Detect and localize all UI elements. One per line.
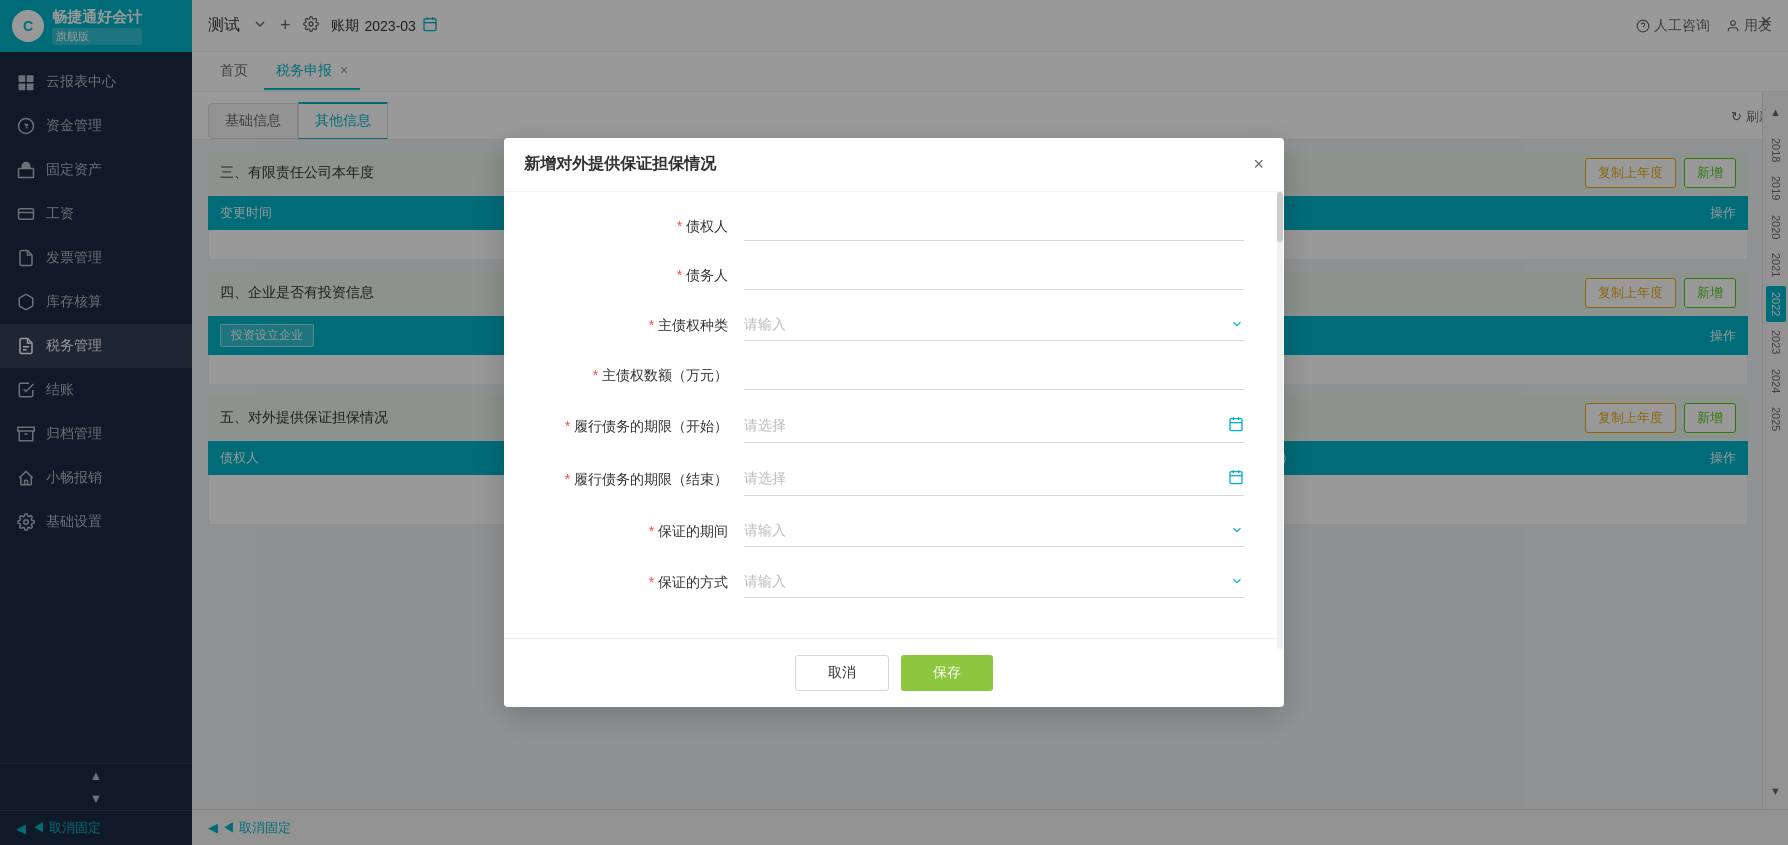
debt-amount-label: * 主债权数额（万元） — [544, 367, 744, 385]
perform-end-field: 请选择 — [744, 463, 1244, 496]
form-row-debt-amount: * 主债权数额（万元） — [544, 361, 1244, 390]
creditor-input[interactable] — [744, 212, 1244, 241]
required-star: * — [565, 418, 570, 434]
scroll-thumb — [1277, 192, 1283, 242]
debt-type-placeholder: 请输入 — [744, 316, 786, 334]
guarantee-method-chevron-icon — [1230, 574, 1244, 591]
guarantee-method-label: * 保证的方式 — [544, 574, 744, 592]
creditor-field — [744, 212, 1244, 241]
debtor-label: * 债务人 — [544, 267, 744, 285]
required-star: * — [649, 523, 654, 539]
guarantee-period-label: * 保证的期间 — [544, 523, 744, 541]
debtor-field — [744, 261, 1244, 290]
guarantee-period-select[interactable]: 请输入 — [744, 516, 1244, 547]
modal-close-button[interactable]: × — [1253, 154, 1264, 175]
scroll-track — [1277, 192, 1283, 649]
perform-end-placeholder: 请选择 — [744, 470, 786, 488]
save-button[interactable]: 保存 — [901, 655, 993, 691]
required-star: * — [565, 471, 570, 487]
creditor-label: * 债权人 — [544, 218, 744, 236]
guarantee-method-select[interactable]: 请输入 — [744, 567, 1244, 598]
form-row-perform-end: * 履行债务的期限（结束） 请选择 — [544, 463, 1244, 496]
modal-title: 新增对外提供保证担保情况 — [524, 154, 716, 175]
modal-backdrop: 新增对外提供保证担保情况 × * 债权人 — [0, 0, 1788, 845]
form-row-guarantee-method: * 保证的方式 请输入 — [544, 567, 1244, 598]
guarantee-period-placeholder: 请输入 — [744, 522, 786, 540]
debt-amount-input[interactable] — [744, 361, 1244, 390]
form-row-perform-start: * 履行债务的期限（开始） 请选择 — [544, 410, 1244, 443]
modal-header: 新增对外提供保证担保情况 × — [504, 138, 1284, 192]
required-star: * — [677, 267, 682, 283]
form-row-guarantee-period: * 保证的期间 请输入 — [544, 516, 1244, 547]
perform-start-calendar-icon — [1228, 416, 1244, 436]
debt-amount-field — [744, 361, 1244, 390]
perform-end-label: * 履行债务的期限（结束） — [544, 471, 744, 489]
debt-type-field: 请输入 — [744, 310, 1244, 341]
svg-rect-22 — [1230, 472, 1242, 484]
perform-start-field: 请选择 — [744, 410, 1244, 443]
perform-start-label: * 履行债务的期限（开始） — [544, 418, 744, 436]
perform-start-date-picker[interactable]: 请选择 — [744, 410, 1244, 443]
guarantee-method-placeholder: 请输入 — [744, 573, 786, 591]
svg-rect-18 — [1230, 419, 1242, 431]
required-star: * — [677, 218, 682, 234]
debtor-input[interactable] — [744, 261, 1244, 290]
perform-end-date-picker[interactable]: 请选择 — [744, 463, 1244, 496]
required-star: * — [649, 317, 654, 333]
debt-type-chevron-icon — [1230, 317, 1244, 334]
modal-scrollbar[interactable] — [1274, 190, 1284, 651]
form-row-creditor: * 债权人 — [544, 212, 1244, 241]
perform-end-calendar-icon — [1228, 469, 1244, 489]
form-row-debtor: * 债务人 — [544, 261, 1244, 290]
modal-dialog: 新增对外提供保证担保情况 × * 债权人 — [504, 138, 1284, 707]
guarantee-method-field: 请输入 — [744, 567, 1244, 598]
required-star: * — [649, 574, 654, 590]
guarantee-period-field: 请输入 — [744, 516, 1244, 547]
form-row-debt-type: * 主债权种类 请输入 — [544, 310, 1244, 341]
debt-type-label: * 主债权种类 — [544, 317, 744, 335]
debt-type-select[interactable]: 请输入 — [744, 310, 1244, 341]
required-star: * — [593, 367, 598, 383]
cancel-button[interactable]: 取消 — [795, 655, 889, 691]
perform-start-placeholder: 请选择 — [744, 417, 786, 435]
modal-footer: 取消 保存 — [504, 638, 1284, 707]
guarantee-period-chevron-icon — [1230, 523, 1244, 540]
modal-body: * 债权人 * 债务人 * — [504, 192, 1284, 638]
